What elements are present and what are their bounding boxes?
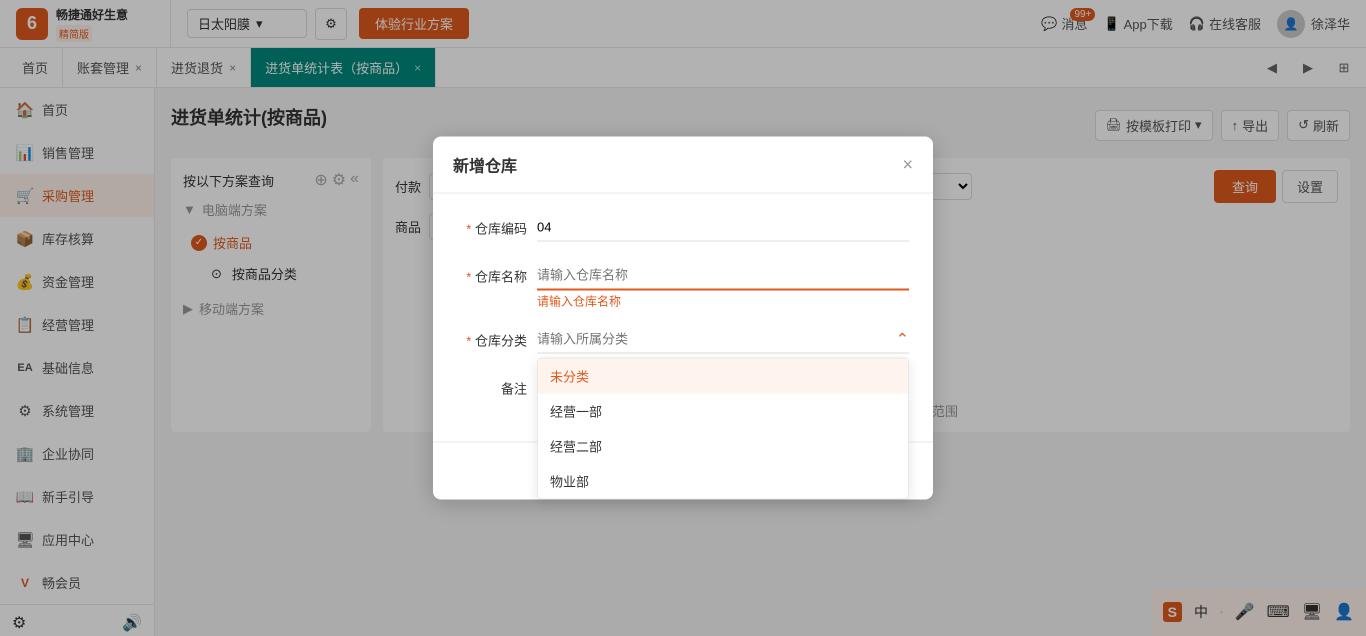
category-label: * 仓库分类 [457,326,537,358]
name-label: * 仓库名称 [457,262,537,294]
category-input-wrap: ⌃ 未分类 经营一部 经营二部 物业部 [537,326,909,354]
dropdown-item-dept1[interactable]: 经营一部 [538,394,908,429]
modal-header: 新增仓库 × [433,137,933,194]
dropdown-item-uncategorized[interactable]: 未分类 [538,359,908,394]
category-input-container: ⌃ [537,326,909,354]
dropdown-item-dept3[interactable]: 物业部 [538,464,908,499]
form-row-category: * 仓库分类 ⌃ 未分类 经营一部 经营二部 物业部 [457,326,909,358]
modal-body: * 仓库编码 * 仓库名称 请输入仓库名称 * 仓库分类 [433,194,933,442]
modal-title: 新增仓库 [453,153,517,177]
form-row-code: * 仓库编码 [457,214,909,246]
new-warehouse-modal: 新增仓库 × * 仓库编码 * 仓库名称 请输入仓库名称 [433,137,933,500]
name-input[interactable] [537,262,909,291]
code-input[interactable] [537,214,909,242]
category-input[interactable] [537,326,909,354]
category-toggle-icon[interactable]: ⌃ [896,330,909,350]
code-label: * 仓库编码 [457,214,537,246]
form-row-name: * 仓库名称 请输入仓库名称 [457,262,909,310]
category-dropdown: 未分类 经营一部 经营二部 物业部 [537,358,909,500]
name-error-msg: 请输入仓库名称 [537,293,909,310]
dropdown-item-dept2[interactable]: 经营二部 [538,429,908,464]
name-input-wrap: 请输入仓库名称 [537,262,909,310]
modal-close-button[interactable]: × [902,154,913,175]
note-label: 备注 [457,374,537,406]
code-input-wrap [537,214,909,242]
